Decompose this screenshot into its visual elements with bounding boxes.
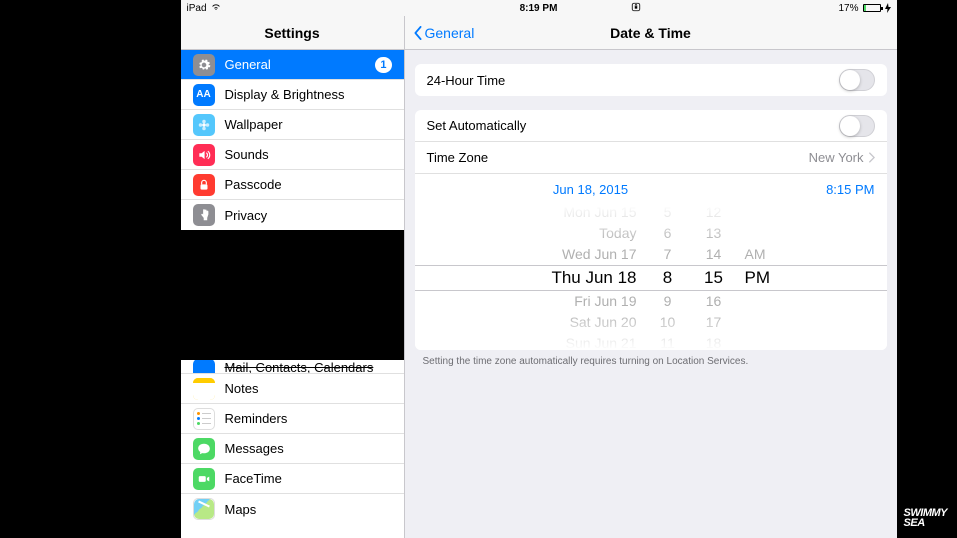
sidebar-item-notes[interactable]: Notes (181, 374, 404, 404)
facetime-icon (193, 468, 215, 490)
cell-label: Set Automatically (427, 118, 839, 133)
sidebar-item-label: Notes (225, 381, 392, 396)
maps-icon (193, 498, 215, 520)
sidebar-group-2: Mail, Contacts, Calendars Notes Reminders… (181, 360, 404, 524)
current-time-label: 8:15 PM (755, 182, 875, 197)
hand-icon (193, 204, 215, 226)
sidebar-item-display-brightness[interactable]: AA Display & Brightness (181, 80, 404, 110)
sidebar-blackout (181, 230, 404, 360)
picker-slot[interactable]: Sat Jun 20 (570, 312, 637, 333)
messages-icon (193, 438, 215, 460)
cell-24hour[interactable]: 24-Hour Time (415, 64, 887, 96)
group-datetime: Set Automatically Time Zone New York Jun… (415, 110, 887, 350)
picker-slot[interactable]: 11 (660, 333, 675, 351)
orientation-lock-icon (631, 2, 641, 15)
back-button[interactable]: General (413, 25, 475, 41)
sidebar-item-general[interactable]: General1 (181, 50, 404, 80)
picker-slot[interactable]: 13 (706, 223, 722, 244)
sidebar-item-label: Reminders (225, 411, 392, 426)
speaker-icon (193, 144, 215, 166)
sidebar-item-label: Wallpaper (225, 117, 392, 132)
device-label: iPad (187, 3, 207, 14)
back-label: General (425, 25, 475, 41)
flower-icon (193, 114, 215, 136)
lock-icon (193, 174, 215, 196)
sidebar-header: Settings (181, 16, 404, 50)
sidebar-item-sounds[interactable]: Sounds (181, 140, 404, 170)
toggle-set-automatically[interactable] (839, 115, 875, 137)
status-bar: iPad 8:19 PM 17% (181, 0, 897, 16)
sidebar-title: Settings (264, 25, 319, 41)
picker-slot[interactable]: 10 (660, 312, 676, 333)
footer-note: Setting the time zone automatically requ… (405, 350, 897, 373)
cell-timezone[interactable]: Time Zone New York (415, 142, 887, 174)
charging-icon (885, 3, 891, 13)
mail-icon (193, 360, 215, 373)
picker-slot[interactable]: 6 (664, 223, 672, 244)
cell-current-datetime[interactable]: Jun 18, 2015 8:15 PM (415, 174, 887, 205)
sidebar-item-label: FaceTime (225, 471, 392, 486)
sidebar-item-label: Privacy (225, 208, 392, 223)
picker-slot[interactable]: AM (745, 244, 766, 265)
chevron-right-icon (868, 152, 875, 163)
cell-label: 24-Hour Time (427, 73, 839, 88)
AA-icon: AA (193, 84, 215, 106)
datetime-picker[interactable]: Mon Jun 15TodayWed Jun 17Thu Jun 18Fri J… (415, 205, 887, 350)
picker-slot[interactable]: 17 (706, 312, 722, 333)
picker-slot[interactable]: 9 (664, 291, 672, 312)
sidebar-item-label: Messages (225, 441, 392, 456)
sidebar-item-label: Display & Brightness (225, 87, 392, 102)
battery-icon (863, 4, 881, 12)
sidebar-item-label: Mail, Contacts, Calendars (225, 360, 374, 374)
sidebar-item-privacy[interactable]: Privacy (181, 200, 404, 230)
sidebar-item-mail-partial[interactable]: Mail, Contacts, Calendars (181, 360, 404, 374)
status-time: 8:19 PM (520, 3, 558, 14)
picker-slot[interactable]: Today (599, 223, 636, 244)
picker-slot[interactable]: 7 (664, 244, 672, 265)
detail-header: General Date & Time (405, 16, 897, 50)
sidebar-item-label: Maps (225, 502, 392, 517)
current-date-label: Jun 18, 2015 (427, 182, 755, 197)
picker-slot[interactable]: 12 (706, 205, 722, 223)
picker-slot[interactable]: Sun Jun 21 (566, 333, 637, 351)
picker-slot[interactable]: 14 (706, 244, 722, 265)
picker-slot[interactable]: Wed Jun 17 (562, 244, 636, 265)
sidebar-item-facetime[interactable]: FaceTime (181, 464, 404, 494)
detail-pane: General Date & Time 24-Hour Time Set Aut… (405, 16, 897, 538)
wifi-icon (211, 2, 221, 15)
toggle-24hour[interactable] (839, 69, 875, 91)
sidebar-item-label: Passcode (225, 177, 392, 192)
settings-sidebar: Settings General1 AA Display & Brightness W… (181, 16, 405, 538)
ipad-settings-window: iPad 8:19 PM 17% Settings General1AADisp… (181, 0, 897, 538)
group-24hour: 24-Hour Time (415, 64, 887, 96)
cell-label: Time Zone (427, 150, 809, 165)
picker-slot[interactable]: Fri Jun 19 (574, 291, 636, 312)
sidebar-item-reminders[interactable]: Reminders (181, 404, 404, 434)
sidebar-item-passcode[interactable]: Passcode (181, 170, 404, 200)
badge: 1 (375, 57, 391, 73)
picker-slot[interactable]: 18 (706, 333, 722, 351)
picker-slot[interactable]: 16 (706, 291, 722, 312)
battery-fill (864, 5, 867, 11)
gear-icon (193, 54, 215, 76)
cell-set-automatically[interactable]: Set Automatically (415, 110, 887, 142)
picker-slot[interactable]: 5 (664, 205, 672, 223)
watermark: SWIMMY SEA (904, 509, 947, 528)
sidebar-item-messages[interactable]: Messages (181, 434, 404, 464)
battery-percent: 17% (838, 3, 858, 14)
notes-icon (193, 378, 215, 400)
detail-title: Date & Time (610, 25, 691, 41)
reminders-icon (193, 408, 215, 430)
sidebar-item-label: General (225, 57, 376, 72)
sidebar-group-1: General1 AA Display & Brightness Wallpaper S… (181, 50, 404, 230)
sidebar-item-label: Sounds (225, 147, 392, 162)
sidebar-item-maps[interactable]: Maps (181, 494, 404, 524)
timezone-value: New York (809, 150, 864, 165)
picker-slot[interactable]: Mon Jun 15 (563, 205, 636, 223)
sidebar-item-wallpaper[interactable]: Wallpaper (181, 110, 404, 140)
